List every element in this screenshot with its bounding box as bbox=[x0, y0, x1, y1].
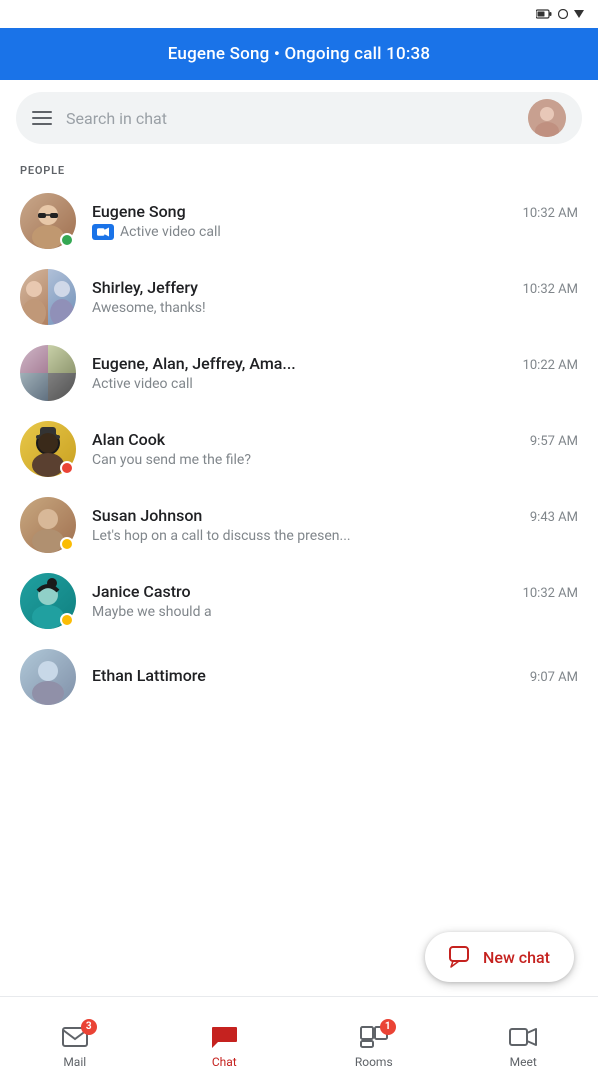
nav-item-chat[interactable]: Chat bbox=[150, 1015, 300, 1069]
person-info: Susan Johnson 9:43 AM Let's hop on a cal… bbox=[92, 506, 578, 544]
person-info: Ethan Lattimore 9:07 AM bbox=[92, 666, 578, 688]
avatar bbox=[20, 345, 76, 401]
conversation-item[interactable]: Eugene, Alan, Jeffrey, Ama... 10:22 AM A… bbox=[8, 335, 590, 411]
person-header: Ethan Lattimore 9:07 AM bbox=[92, 666, 578, 685]
meet-icon-wrap bbox=[505, 1023, 541, 1051]
call-banner-text: Eugene Song • Ongoing call 10:38 bbox=[168, 44, 430, 64]
avatar-wrap bbox=[20, 345, 76, 401]
person-time: 10:22 AM bbox=[523, 358, 578, 373]
person-time: 9:43 AM bbox=[530, 510, 578, 525]
mail-badge: 3 bbox=[81, 1019, 97, 1035]
preview-text: Let's hop on a call to discuss the prese… bbox=[92, 528, 351, 544]
avatar-wrap bbox=[20, 649, 76, 705]
nav-label-rooms: Rooms bbox=[355, 1055, 393, 1069]
preview-text: Maybe we should a bbox=[92, 604, 212, 620]
person-name: Susan Johnson bbox=[92, 506, 202, 525]
meet-icon bbox=[509, 1027, 537, 1047]
person-time: 10:32 AM bbox=[523, 282, 578, 297]
rooms-badge: 1 bbox=[380, 1019, 396, 1035]
person-name: Ethan Lattimore bbox=[92, 666, 206, 685]
person-name: Eugene Song bbox=[92, 202, 186, 221]
person-header: Eugene, Alan, Jeffrey, Ama... 10:22 AM bbox=[92, 354, 578, 373]
signal-icon bbox=[558, 9, 568, 19]
person-header: Eugene Song 10:32 AM bbox=[92, 202, 578, 221]
preview-text: Active video call bbox=[120, 224, 221, 240]
person-header: Susan Johnson 9:43 AM bbox=[92, 506, 578, 525]
nav-label-meet: Meet bbox=[510, 1055, 537, 1069]
person-info: Eugene Song 10:32 AM Active video call bbox=[92, 202, 578, 240]
person-time: 10:32 AM bbox=[523, 206, 578, 221]
avatar-wrap bbox=[20, 421, 76, 477]
search-container: Search in chat bbox=[0, 80, 598, 156]
battery-icon bbox=[536, 8, 552, 20]
person-header: Janice Castro 10:32 AM bbox=[92, 582, 578, 601]
fab-label: New chat bbox=[483, 948, 550, 967]
person-time: 10:32 AM bbox=[523, 586, 578, 601]
search-bar[interactable]: Search in chat bbox=[16, 92, 582, 144]
avatar bbox=[20, 269, 76, 325]
person-header: Shirley, Jeffery 10:32 AM bbox=[92, 278, 578, 297]
chat-icon-wrap bbox=[206, 1023, 242, 1051]
person-preview: Maybe we should a bbox=[92, 604, 578, 620]
mail-icon-wrap: 3 bbox=[57, 1023, 93, 1051]
avatar-wrap bbox=[20, 193, 76, 249]
section-people-label: PEOPLE bbox=[0, 156, 598, 183]
person-preview: Let's hop on a call to discuss the prese… bbox=[92, 528, 578, 544]
video-call-badge bbox=[92, 224, 114, 240]
hamburger-icon[interactable] bbox=[32, 111, 52, 125]
nav-label-chat: Chat bbox=[212, 1055, 237, 1069]
person-header: Alan Cook 9:57 AM bbox=[92, 430, 578, 449]
person-info: Janice Castro 10:32 AM Maybe we should a bbox=[92, 582, 578, 620]
conversation-item[interactable]: Susan Johnson 9:43 AM Let's hop on a cal… bbox=[8, 487, 590, 563]
person-time: 9:07 AM bbox=[530, 670, 578, 685]
nav-item-rooms[interactable]: 1 Rooms bbox=[299, 1015, 449, 1069]
avatar-wrap bbox=[20, 573, 76, 629]
nav-item-mail[interactable]: 3 Mail bbox=[0, 1015, 150, 1069]
person-time: 9:57 AM bbox=[530, 434, 578, 449]
conversation-item[interactable]: Shirley, Jeffery 10:32 AM Awesome, thank… bbox=[8, 259, 590, 335]
bottom-nav: 3 Mail Chat 1 Rooms bbox=[0, 996, 598, 1086]
preview-text: Can you send me the file? bbox=[92, 452, 251, 468]
status-dot-away bbox=[60, 613, 74, 627]
person-name: Janice Castro bbox=[92, 582, 191, 601]
status-dot-online bbox=[60, 233, 74, 247]
new-chat-fab[interactable]: New chat bbox=[425, 932, 574, 982]
rooms-icon-wrap: 1 bbox=[356, 1023, 392, 1051]
dropdown-icon bbox=[574, 10, 584, 18]
call-banner[interactable]: Eugene Song • Ongoing call 10:38 bbox=[0, 28, 598, 80]
avatar-wrap bbox=[20, 497, 76, 553]
chat-active-icon bbox=[210, 1025, 238, 1049]
person-info: Shirley, Jeffery 10:32 AM Awesome, thank… bbox=[92, 278, 578, 316]
person-info: Eugene, Alan, Jeffrey, Ama... 10:22 AM A… bbox=[92, 354, 578, 392]
conversation-item[interactable]: Janice Castro 10:32 AM Maybe we should a bbox=[8, 563, 590, 639]
status-dot-busy bbox=[60, 461, 74, 475]
status-dot-away bbox=[60, 537, 74, 551]
search-placeholder: Search in chat bbox=[66, 109, 514, 128]
person-name: Alan Cook bbox=[92, 430, 165, 449]
preview-text: Active video call bbox=[92, 376, 193, 392]
person-name: Eugene, Alan, Jeffrey, Ama... bbox=[92, 354, 296, 373]
person-info: Alan Cook 9:57 AM Can you send me the fi… bbox=[92, 430, 578, 468]
person-preview: Can you send me the file? bbox=[92, 452, 578, 468]
person-preview: Awesome, thanks! bbox=[92, 300, 578, 316]
people-list: Eugene Song 10:32 AM Active video call bbox=[0, 183, 598, 715]
chat-bubble-icon bbox=[449, 946, 471, 968]
nav-label-mail: Mail bbox=[63, 1055, 86, 1069]
avatar-wrap bbox=[20, 269, 76, 325]
conversation-item[interactable]: Alan Cook 9:57 AM Can you send me the fi… bbox=[8, 411, 590, 487]
person-preview: Active video call bbox=[92, 376, 578, 392]
conversation-item[interactable]: Eugene Song 10:32 AM Active video call bbox=[8, 183, 590, 259]
user-avatar[interactable] bbox=[528, 99, 566, 137]
status-icons bbox=[536, 8, 584, 20]
person-name: Shirley, Jeffery bbox=[92, 278, 198, 297]
conversation-item[interactable]: Ethan Lattimore 9:07 AM bbox=[8, 639, 590, 715]
avatar bbox=[20, 649, 76, 705]
nav-item-meet[interactable]: Meet bbox=[449, 1015, 598, 1069]
person-preview: Active video call bbox=[92, 224, 578, 240]
status-bar bbox=[0, 0, 598, 28]
preview-text: Awesome, thanks! bbox=[92, 300, 206, 316]
